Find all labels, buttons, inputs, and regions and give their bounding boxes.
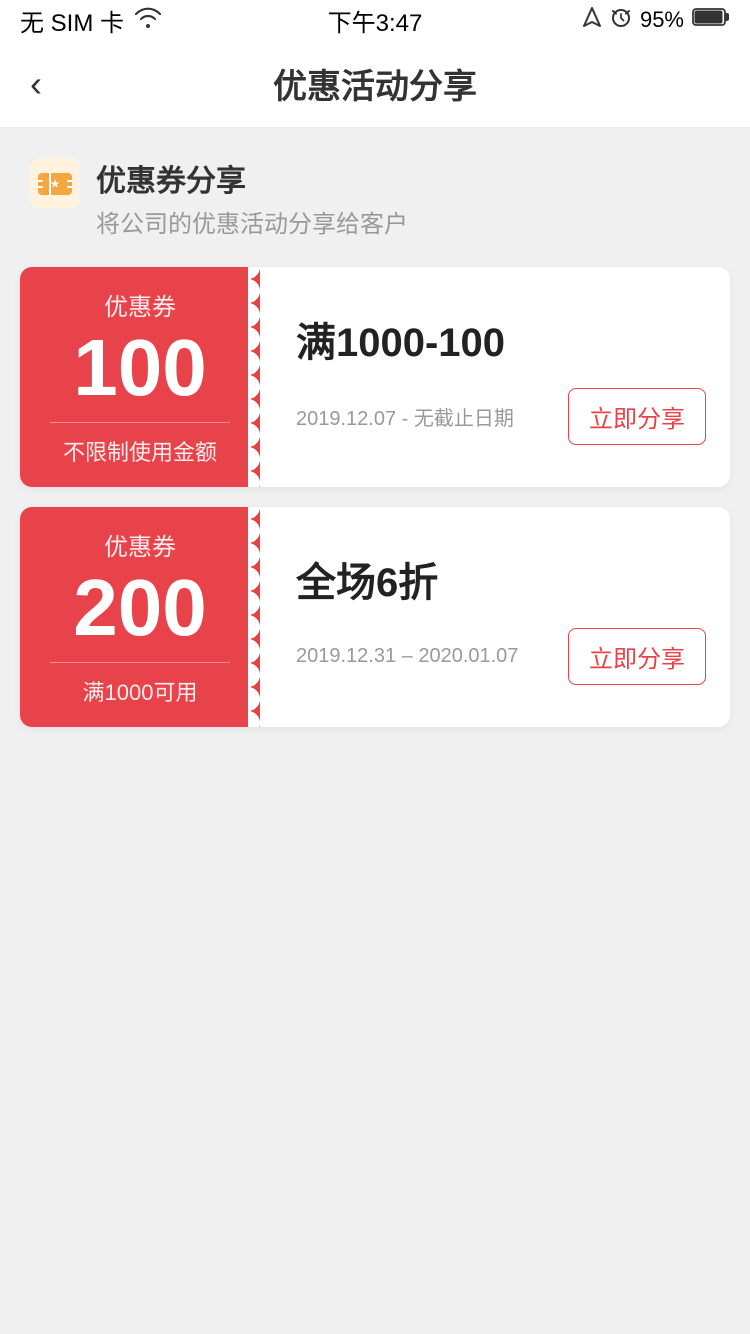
section-text: 优惠券分享 将公司的优惠活动分享给客户 <box>96 156 408 239</box>
share-button-1[interactable]: 立即分享 <box>568 388 706 445</box>
coupon-name-1: 满1000-100 <box>296 310 706 368</box>
battery-icon <box>692 7 730 33</box>
coupon-label-2: 优惠券 <box>104 527 176 562</box>
section-title: 优惠券分享 <box>96 156 408 200</box>
coupon-section-icon: ★ <box>30 158 80 208</box>
coupon-amount-2: 200 <box>73 568 206 648</box>
coupons-container: 优惠券 100 不限制使用金额 满1000-100 2019.12.07 - 无… <box>0 257 750 747</box>
location-icon <box>582 6 602 34</box>
status-left: 无 SIM 卡 <box>20 3 162 38</box>
coupon-right-1: 满1000-100 2019.12.07 - 无截止日期 立即分享 <box>260 267 730 487</box>
coupon-right-2: 全场6折 2019.12.31 – 2020.01.07 立即分享 <box>260 507 730 727</box>
page-title: 优惠活动分享 <box>273 59 477 108</box>
back-button[interactable]: ‹ <box>30 66 42 102</box>
empty-area <box>0 747 750 1247</box>
coupon-left-1: 优惠券 100 不限制使用金额 <box>20 267 260 487</box>
coupon-bottom-1: 2019.12.07 - 无截止日期 立即分享 <box>296 388 706 445</box>
coupon-date-2: 2019.12.31 – 2020.01.07 <box>296 645 558 668</box>
carrier-text: 无 SIM 卡 <box>20 3 124 38</box>
coupon-name-2: 全场6折 <box>296 550 706 608</box>
share-button-2[interactable]: 立即分享 <box>568 628 706 685</box>
coupon-left-2: 优惠券 200 满1000可用 <box>20 507 260 727</box>
coupon-date-1: 2019.12.07 - 无截止日期 <box>296 402 558 431</box>
battery-percent: 95% <box>640 7 684 33</box>
wifi-icon <box>134 6 162 35</box>
status-right: 95% <box>582 6 730 34</box>
section-subtitle: 将公司的优惠活动分享给客户 <box>96 204 408 239</box>
coupon-card-2: 优惠券 200 满1000可用 全场6折 2019.12.31 – 2020.0… <box>20 507 730 727</box>
coupon-amount-1: 100 <box>73 328 206 408</box>
coupon-divider-2 <box>50 662 230 663</box>
status-time: 下午3:47 <box>328 3 423 38</box>
alarm-icon <box>610 6 632 34</box>
coupon-label-1: 优惠券 <box>104 287 176 322</box>
coupon-condition-1: 不限制使用金额 <box>63 435 217 467</box>
svg-text:★: ★ <box>51 179 60 190</box>
status-bar: 无 SIM 卡 下午3:47 95% <box>0 0 750 40</box>
nav-bar: ‹ 优惠活动分享 <box>0 40 750 128</box>
coupon-condition-2: 满1000可用 <box>83 675 198 707</box>
coupon-card-1: 优惠券 100 不限制使用金额 满1000-100 2019.12.07 - 无… <box>20 267 730 487</box>
section-header: ★ 优惠券分享 将公司的优惠活动分享给客户 <box>0 128 750 257</box>
coupon-divider-1 <box>50 422 230 423</box>
coupon-bottom-2: 2019.12.31 – 2020.01.07 立即分享 <box>296 628 706 685</box>
